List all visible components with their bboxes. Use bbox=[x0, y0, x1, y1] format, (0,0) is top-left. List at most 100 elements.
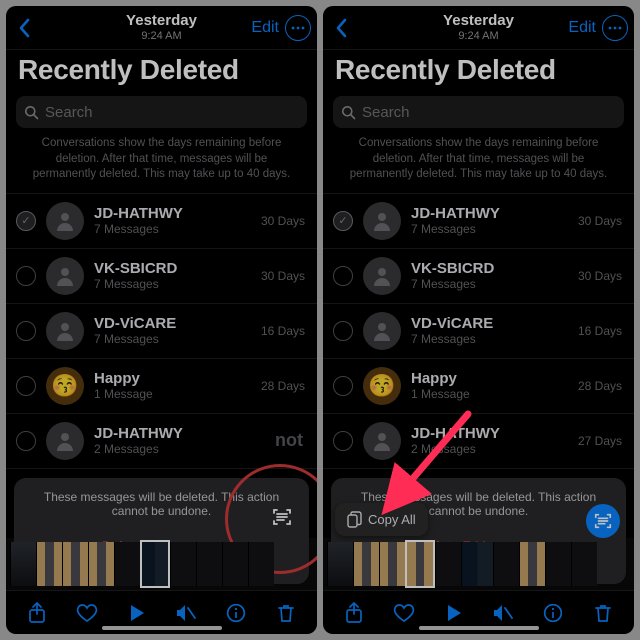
thumb[interactable] bbox=[222, 542, 248, 586]
list-item[interactable]: VK-SBICRD7 Messages30 Days bbox=[6, 249, 317, 304]
list-item[interactable]: VD-ViCARE7 Messages16 Days bbox=[6, 304, 317, 359]
list-item[interactable]: ✓JD-HATHWY7 Messages30 Days bbox=[6, 194, 317, 249]
days-remaining: 16 Days bbox=[578, 324, 622, 338]
helper-text: Conversations show the days remaining be… bbox=[6, 136, 317, 194]
favorite-button[interactable] bbox=[390, 599, 418, 627]
thumb[interactable] bbox=[88, 542, 114, 586]
list-item[interactable]: JD-HATHWY2 Messagesnot bbox=[6, 414, 317, 469]
search-field[interactable] bbox=[333, 96, 624, 128]
copy-all-label: Copy All bbox=[368, 512, 416, 527]
thumbnail-strip[interactable] bbox=[323, 538, 634, 590]
home-indicator[interactable] bbox=[102, 626, 222, 630]
thumb[interactable] bbox=[170, 542, 196, 586]
list-item[interactable]: 😚Happy1 Message28 Days bbox=[323, 359, 634, 414]
page-title: Recently Deleted bbox=[6, 50, 317, 92]
thumbnail-strip[interactable] bbox=[6, 538, 317, 590]
live-text-button[interactable] bbox=[586, 504, 620, 538]
thumb[interactable] bbox=[353, 542, 379, 586]
selection-circle[interactable] bbox=[16, 321, 36, 341]
back-button[interactable] bbox=[12, 15, 38, 41]
avatar: 😚 bbox=[46, 367, 84, 405]
search-input[interactable] bbox=[45, 104, 299, 121]
navbar-title: Yesterday 9:24 AM bbox=[126, 13, 197, 42]
left-screenshot: Yesterday 9:24 AM Edit Recently Deleted … bbox=[6, 6, 317, 634]
selection-circle[interactable]: ✓ bbox=[333, 211, 353, 231]
conversation-name: JD-HATHWY bbox=[411, 205, 568, 222]
search-field[interactable] bbox=[16, 96, 307, 128]
edit-button[interactable]: Edit bbox=[251, 19, 279, 37]
selection-circle[interactable] bbox=[16, 266, 36, 286]
thumb[interactable] bbox=[248, 542, 274, 586]
thumb[interactable] bbox=[196, 542, 222, 586]
thumb-current[interactable] bbox=[405, 540, 435, 588]
share-button[interactable] bbox=[340, 599, 368, 627]
list-item[interactable]: ✓JD-HATHWY7 Messages30 Days bbox=[323, 194, 634, 249]
mute-button[interactable] bbox=[489, 599, 517, 627]
navbar: Yesterday 9:24 AM Edit bbox=[323, 6, 634, 50]
copy-all-button[interactable]: Copy All bbox=[335, 503, 428, 536]
info-button[interactable] bbox=[222, 599, 250, 627]
search-input[interactable] bbox=[362, 104, 616, 121]
conversation-name: VD-ViCARE bbox=[94, 315, 251, 332]
thumb[interactable] bbox=[435, 542, 461, 586]
conversation-name: Happy bbox=[411, 370, 568, 387]
list-item[interactable]: 😚Happy1 Message28 Days bbox=[6, 359, 317, 414]
chevron-left-icon bbox=[335, 18, 349, 38]
conversation-sub: 7 Messages bbox=[94, 277, 251, 291]
selection-circle[interactable] bbox=[16, 376, 36, 396]
days-remaining: 28 Days bbox=[261, 379, 305, 393]
thumb[interactable] bbox=[461, 542, 493, 586]
mute-button[interactable] bbox=[172, 599, 200, 627]
thumb[interactable] bbox=[36, 542, 62, 586]
more-button[interactable] bbox=[602, 15, 628, 41]
ellipsis-icon bbox=[291, 26, 305, 30]
trash-button[interactable] bbox=[589, 599, 617, 627]
avatar bbox=[46, 312, 84, 350]
list-item[interactable]: VK-SBICRD7 Messages30 Days bbox=[323, 249, 634, 304]
conversation-name: VK-SBICRD bbox=[94, 260, 251, 277]
days-remaining: 27 Days bbox=[578, 434, 622, 448]
thumb[interactable] bbox=[545, 542, 571, 586]
conversation-name: JD-HATHWY bbox=[94, 425, 295, 442]
avatar bbox=[363, 202, 401, 240]
thumb[interactable] bbox=[62, 542, 88, 586]
edit-button[interactable]: Edit bbox=[568, 19, 596, 37]
thumb[interactable] bbox=[571, 542, 597, 586]
thumb[interactable] bbox=[327, 542, 353, 586]
thumb[interactable] bbox=[114, 542, 140, 586]
conversation-name: VD-ViCARE bbox=[411, 315, 568, 332]
share-button[interactable] bbox=[23, 599, 51, 627]
days-remaining: 30 Days bbox=[578, 269, 622, 283]
more-button[interactable] bbox=[285, 15, 311, 41]
navbar: Yesterday 9:24 AM Edit bbox=[6, 6, 317, 50]
list-item[interactable]: JD-HATHWY2 Messages27 Days bbox=[323, 414, 634, 469]
thumb-current[interactable] bbox=[140, 540, 170, 588]
home-indicator[interactable] bbox=[419, 626, 539, 630]
search-icon bbox=[341, 105, 356, 120]
conversation-sub: 7 Messages bbox=[411, 277, 568, 291]
live-text-icon bbox=[593, 511, 613, 531]
conversation-sub: 1 Message bbox=[94, 387, 251, 401]
back-button[interactable] bbox=[329, 15, 355, 41]
thumb[interactable] bbox=[493, 542, 519, 586]
avatar bbox=[363, 422, 401, 460]
selection-circle[interactable] bbox=[333, 431, 353, 451]
play-button[interactable] bbox=[123, 599, 151, 627]
live-text-button[interactable] bbox=[265, 500, 299, 534]
thumb[interactable] bbox=[10, 542, 36, 586]
play-button[interactable] bbox=[440, 599, 468, 627]
trash-button[interactable] bbox=[272, 599, 300, 627]
selection-circle[interactable] bbox=[333, 266, 353, 286]
thumb[interactable] bbox=[519, 542, 545, 586]
favorite-button[interactable] bbox=[73, 599, 101, 627]
selection-circle[interactable]: ✓ bbox=[16, 211, 36, 231]
selection-circle[interactable] bbox=[333, 321, 353, 341]
list-item[interactable]: VD-ViCARE7 Messages16 Days bbox=[323, 304, 634, 359]
conversation-name: JD-HATHWY bbox=[94, 205, 251, 222]
selection-circle[interactable] bbox=[16, 431, 36, 451]
info-button[interactable] bbox=[539, 599, 567, 627]
days-remaining: 16 Days bbox=[261, 324, 305, 338]
page-title: Recently Deleted bbox=[323, 50, 634, 92]
thumb[interactable] bbox=[379, 542, 405, 586]
selection-circle[interactable] bbox=[333, 376, 353, 396]
